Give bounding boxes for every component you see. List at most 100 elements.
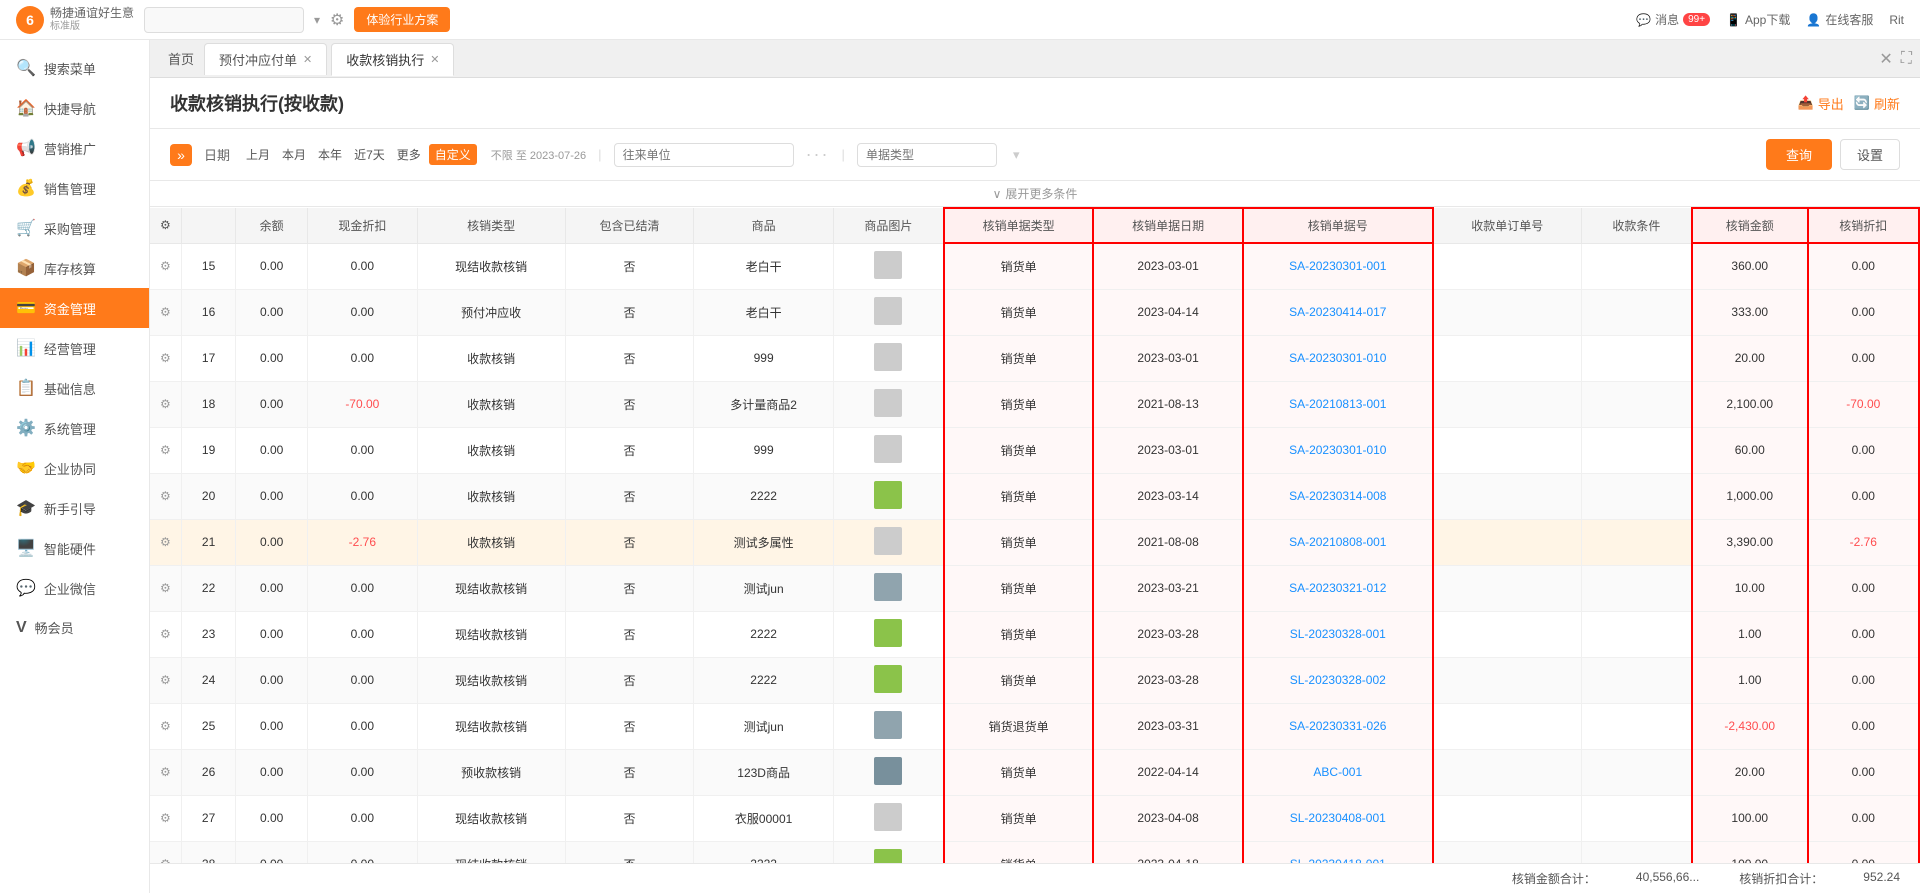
td-bill-no[interactable]: ABC-001 — [1243, 749, 1433, 795]
td-bill-no[interactable]: SL-20230328-001 — [1243, 611, 1433, 657]
td-settings[interactable]: ⚙ — [150, 519, 181, 565]
td-idx: 28 — [181, 841, 236, 863]
td-bill-type: 销货单 — [944, 243, 1093, 289]
td-bill-no[interactable]: SL-20230328-002 — [1243, 657, 1433, 703]
bill-no-link[interactable]: SL-20230328-001 — [1290, 627, 1386, 641]
basic-icon: 📋 — [16, 378, 36, 398]
query-button[interactable]: 查询 — [1766, 139, 1832, 170]
td-bill-no[interactable]: SL-20230418-001 — [1243, 841, 1433, 863]
sidebar-item-sales[interactable]: 💰 销售管理 — [0, 168, 149, 208]
sidebar-item-system[interactable]: ⚙️ 系统管理 — [0, 408, 149, 448]
td-bill-no[interactable]: SA-20230301-010 — [1243, 427, 1433, 473]
td-settings[interactable]: ⚙ — [150, 381, 181, 427]
bill-no-link[interactable]: SA-20230301-010 — [1289, 443, 1386, 457]
date-custom-btn[interactable]: 自定义 — [429, 144, 477, 165]
app-download-btn[interactable]: 📱 App下载 — [1726, 11, 1790, 28]
bill-no-link[interactable]: ABC-001 — [1313, 765, 1362, 779]
bill-no-link[interactable]: SA-20210813-001 — [1289, 397, 1386, 411]
table-row: ⚙ 18 0.00 -70.00 收款核销 否 多计量商品2 销货单 2021-… — [150, 381, 1919, 427]
tab-expand-btn[interactable]: ⛶ — [1901, 49, 1912, 69]
partner-input[interactable] — [614, 143, 794, 167]
sidebar-item-inventory[interactable]: 📦 库存核算 — [0, 248, 149, 288]
td-bill-no[interactable]: SA-20230331-026 — [1243, 703, 1433, 749]
bill-no-link[interactable]: SL-20230408-001 — [1290, 811, 1386, 825]
td-bill-no[interactable]: SA-20230301-010 — [1243, 335, 1433, 381]
sidebar-item-marketing[interactable]: 📢 营销推广 — [0, 128, 149, 168]
tab-prepay-close-icon[interactable]: ✕ — [303, 53, 312, 66]
td-bill-no[interactable]: SL-20230408-001 — [1243, 795, 1433, 841]
td-settings[interactable]: ⚙ — [150, 657, 181, 703]
trial-button[interactable]: 体验行业方案 — [354, 7, 450, 32]
date-7days-btn[interactable]: 近7天 — [350, 144, 389, 165]
td-bill-no[interactable]: SA-20210808-001 — [1243, 519, 1433, 565]
refresh-button[interactable]: 🔄 刷新 — [1854, 94, 1900, 113]
td-bill-no[interactable]: SA-20230301-001 — [1243, 243, 1433, 289]
tab-prepay[interactable]: 预付冲应付单 ✕ — [204, 43, 327, 75]
sidebar-item-guide[interactable]: 🎓 新手引导 — [0, 488, 149, 528]
sidebar-item-collab[interactable]: 🤝 企业协同 — [0, 448, 149, 488]
td-goods: 测试jun — [694, 703, 833, 749]
tab-home[interactable]: 首页 — [158, 43, 204, 74]
td-settings[interactable]: ⚙ — [150, 703, 181, 749]
gear-icon[interactable]: ⚙ — [330, 10, 344, 30]
top-bar-left: 6 畅捷通谊好生意 标准版 ▾ ⚙ 体验行业方案 — [16, 6, 450, 34]
bill-no-link[interactable]: SL-20230328-002 — [1290, 673, 1386, 687]
sidebar-item-search[interactable]: 🔍 搜索菜单 — [0, 48, 149, 88]
date-more-btn[interactable]: 更多 — [393, 144, 425, 165]
bill-no-link[interactable]: SA-20230301-001 — [1289, 259, 1386, 273]
td-bill-no[interactable]: SA-20210813-001 — [1243, 381, 1433, 427]
single-type-input[interactable] — [857, 143, 997, 167]
search-input[interactable] — [144, 7, 304, 33]
td-bill-no[interactable]: SA-20230314-008 — [1243, 473, 1433, 519]
td-settings[interactable]: ⚙ — [150, 749, 181, 795]
export-button[interactable]: 📤 导出 — [1798, 94, 1844, 113]
tab-close-all-btn[interactable]: ✕ — [1879, 49, 1892, 69]
bill-no-link[interactable]: SA-20230414-017 — [1289, 305, 1386, 319]
table-header-row: ⚙ 余额 现金折扣 核销类型 包含已结清 商品 商品图片 核销单据类型 核销单据… — [150, 208, 1919, 243]
sidebar-item-nav[interactable]: 🏠 快捷导航 — [0, 88, 149, 128]
sidebar-item-finance[interactable]: 💳 资金管理 — [0, 288, 149, 328]
bill-no-link[interactable]: SA-20230321-012 — [1289, 581, 1386, 595]
date-curr-year-btn[interactable]: 本年 — [314, 144, 346, 165]
th-settings[interactable]: ⚙ — [150, 208, 181, 243]
td-cash-discount: 0.00 — [307, 289, 417, 335]
td-cash-discount: 0.00 — [307, 749, 417, 795]
single-type-dropdown[interactable]: ▾ — [1013, 147, 1020, 163]
sidebar-item-operation[interactable]: 📊 经营管理 — [0, 328, 149, 368]
bill-no-link[interactable]: SA-20230331-026 — [1289, 719, 1386, 733]
table-area[interactable]: ⚙ 余额 现金折扣 核销类型 包含已结清 商品 商品图片 核销单据类型 核销单据… — [150, 207, 1920, 863]
bill-no-link[interactable]: SA-20230301-010 — [1289, 351, 1386, 365]
expand-more-row[interactable]: ∨ 展开更多条件 — [150, 181, 1920, 207]
service-icon: 👤 — [1806, 13, 1821, 27]
td-settings[interactable]: ⚙ — [150, 611, 181, 657]
date-curr-month-btn[interactable]: 本月 — [278, 144, 310, 165]
td-bill-no[interactable]: SA-20230414-017 — [1243, 289, 1433, 335]
sidebar-item-purchase[interactable]: 🛒 采购管理 — [0, 208, 149, 248]
td-settings[interactable]: ⚙ — [150, 473, 181, 519]
td-settings[interactable]: ⚙ — [150, 335, 181, 381]
td-cancel-discount: 0.00 — [1808, 749, 1919, 795]
td-settings[interactable]: ⚙ — [150, 841, 181, 863]
sidebar-item-basic[interactable]: 📋 基础信息 — [0, 368, 149, 408]
td-settings[interactable]: ⚙ — [150, 243, 181, 289]
filter-expand-btn[interactable]: » — [170, 144, 192, 166]
bill-no-link[interactable]: SA-20210808-001 — [1289, 535, 1386, 549]
td-settings[interactable]: ⚙ — [150, 795, 181, 841]
bill-no-link[interactable]: SA-20230314-008 — [1289, 489, 1386, 503]
sidebar-item-wechat[interactable]: 💬 企业微信 — [0, 568, 149, 608]
date-prev-month-btn[interactable]: 上月 — [242, 144, 274, 165]
dropdown-arrow-icon[interactable]: ▾ — [314, 13, 320, 27]
tab-receipt[interactable]: 收款核销执行 ✕ — [331, 43, 454, 76]
td-bill-no[interactable]: SA-20230321-012 — [1243, 565, 1433, 611]
settings-button[interactable]: 设置 — [1840, 139, 1900, 170]
tab-receipt-close-icon[interactable]: ✕ — [430, 53, 439, 66]
message-btn[interactable]: 💬 消息 99+ — [1636, 11, 1710, 28]
sidebar-item-hardware[interactable]: 🖥️ 智能硬件 — [0, 528, 149, 568]
user-btn[interactable]: Rit — [1889, 13, 1904, 27]
sidebar-item-member[interactable]: V 畅会员 — [0, 608, 149, 647]
td-settings[interactable]: ⚙ — [150, 427, 181, 473]
td-settings[interactable]: ⚙ — [150, 565, 181, 611]
th-bill-type: 核销单据类型 — [944, 208, 1093, 243]
service-btn[interactable]: 👤 在线客服 — [1806, 11, 1873, 28]
td-settings[interactable]: ⚙ — [150, 289, 181, 335]
